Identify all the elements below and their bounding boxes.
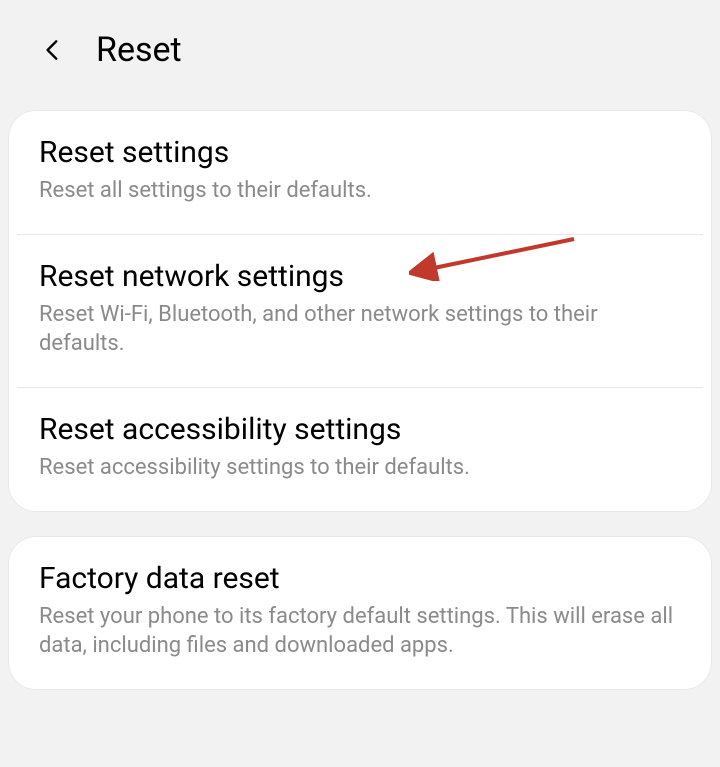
page-title: Reset <box>96 30 182 70</box>
item-title: Reset network settings <box>39 259 681 294</box>
factory-data-reset-item[interactable]: Factory data reset Reset your phone to i… <box>9 537 711 689</box>
reset-network-settings-item[interactable]: Reset network settings Reset Wi-Fi, Blue… <box>9 235 711 387</box>
item-subtitle: Reset accessibility settings to their de… <box>39 453 681 483</box>
item-subtitle: Reset Wi-Fi, Bluetooth, and other networ… <box>39 300 681 359</box>
item-subtitle: Reset all settings to their defaults. <box>39 176 681 206</box>
item-subtitle: Reset your phone to its factory default … <box>39 602 681 661</box>
item-title: Reset accessibility settings <box>39 412 681 447</box>
header: Reset <box>0 0 720 110</box>
reset-settings-item[interactable]: Reset settings Reset all settings to the… <box>9 111 711 234</box>
item-title: Factory data reset <box>39 561 681 596</box>
back-icon[interactable] <box>40 37 66 63</box>
reset-accessibility-settings-item[interactable]: Reset accessibility settings Reset acces… <box>9 388 711 511</box>
settings-group-2: Factory data reset Reset your phone to i… <box>8 536 712 690</box>
item-title: Reset settings <box>39 135 681 170</box>
settings-group-1: Reset settings Reset all settings to the… <box>8 110 712 512</box>
